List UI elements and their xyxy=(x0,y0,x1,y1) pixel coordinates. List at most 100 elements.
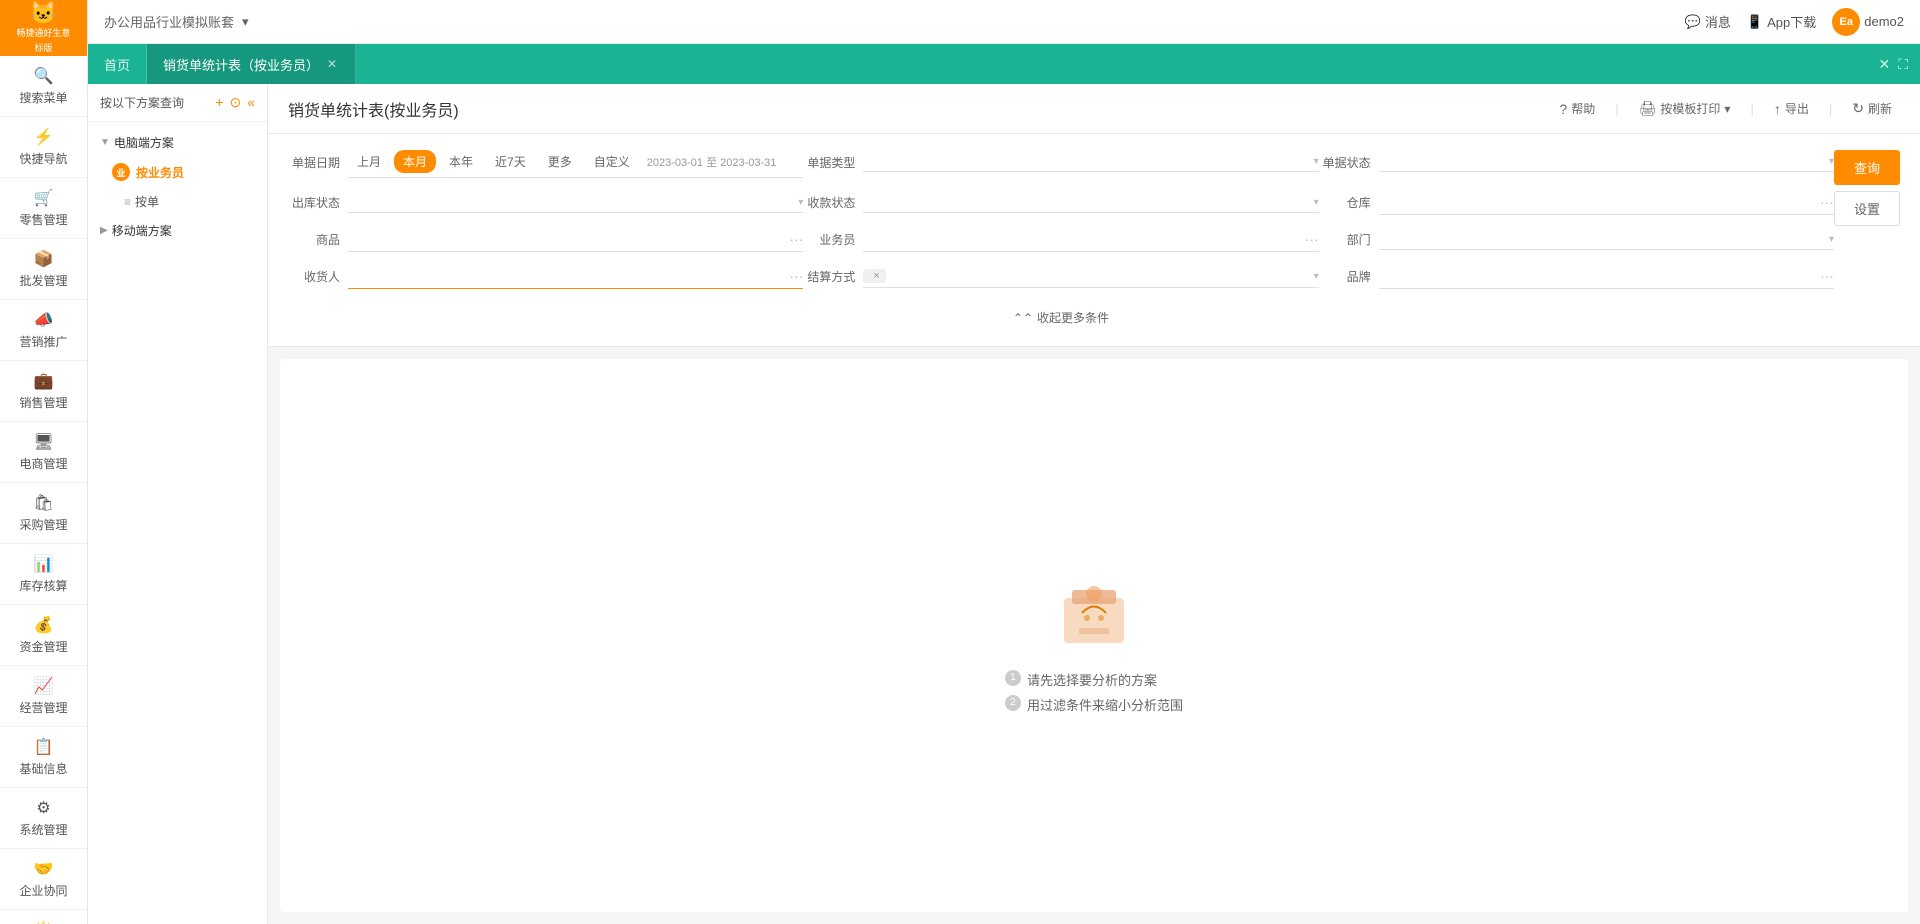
receipt-select[interactable]: ▾ xyxy=(863,197,1318,208)
tab-sales-stat[interactable]: 销货单统计表（按业务员） ✕ xyxy=(147,44,356,84)
tree-sub-child-by-order-label: 按单 xyxy=(135,193,159,210)
sidebar-item-ecommerce[interactable]: 🖥电商管理 xyxy=(0,422,87,483)
settlement-tag-close[interactable]: × xyxy=(873,270,879,282)
filter-brand: 品牌 ··· xyxy=(1319,264,1834,289)
sidebar-item-inventory[interactable]: 📊库存核算 xyxy=(0,544,87,605)
settlement-select[interactable]: × ▾ xyxy=(863,269,1318,283)
divider1: | xyxy=(1615,101,1618,116)
tab-close-all-icon[interactable]: ✕ xyxy=(1878,56,1890,73)
content-body: 1 请先选择要分析的方案 2 用过滤条件来缩小分析范围 xyxy=(280,359,1908,912)
outstock-select[interactable]: ▾ xyxy=(348,197,803,208)
empty-illustration xyxy=(1044,558,1144,658)
doc-status-control[interactable]: ▾ xyxy=(1379,152,1834,172)
settlement-control[interactable]: × ▾ xyxy=(863,265,1318,288)
dept-control[interactable]: ▾ xyxy=(1379,230,1834,250)
salesperson-control[interactable]: ··· xyxy=(863,227,1318,252)
sidebar: 🐱 畅捷通好生意 标版 🔍搜索菜单⚡快捷导航🛒零售管理📦批发管理📣营销推广💼销售… xyxy=(0,0,88,924)
page-header: 销货单统计表(按业务员) ? 帮助 | 🖨 按模板打印 ▾ | ↑ xyxy=(268,84,1920,134)
sidebar-item-enterprise[interactable]: 🤝企业协同 xyxy=(0,849,87,910)
tree-parent-desktop[interactable]: ▼ 电脑端方案 xyxy=(88,128,267,157)
brand-dots[interactable]: ··· xyxy=(1820,268,1834,284)
sidebar-item-search[interactable]: 🔍搜索菜单 xyxy=(0,56,87,117)
filter-dept: 部门 ▾ xyxy=(1319,230,1834,250)
sidebar-item-sales[interactable]: 💼销售管理 xyxy=(0,361,87,422)
sidebar-item-quick-nav[interactable]: ⚡快捷导航 xyxy=(0,117,87,178)
print-btn[interactable]: 🖨 按模板打印 ▾ xyxy=(1631,96,1739,121)
refresh-btn[interactable]: ↻ 刷新 xyxy=(1844,96,1900,121)
tab-close-btn[interactable]: ✕ xyxy=(325,55,339,73)
consignee-dots[interactable]: ··· xyxy=(789,268,803,284)
doc-type-select[interactable]: ▾ xyxy=(863,156,1318,167)
sidebar-item-finance[interactable]: 💰资金管理 xyxy=(0,605,87,666)
export-btn[interactable]: ↑ 导出 xyxy=(1766,96,1817,121)
date-btn-last-7days[interactable]: 近7天 xyxy=(486,150,535,173)
warehouse-dots[interactable]: ··· xyxy=(1820,194,1834,210)
sidebar-item-retail[interactable]: 🛒零售管理 xyxy=(0,178,87,239)
date-label: 单据日期 xyxy=(288,154,340,171)
export-label: 导出 xyxy=(1785,100,1809,117)
goods-control[interactable]: ··· xyxy=(348,227,803,252)
date-btn-custom[interactable]: 自定义 xyxy=(585,150,639,173)
filter-row-2: 出库状态 ▾ 收款状态 xyxy=(288,190,1834,215)
settings-scheme-btn[interactable]: ⊙ xyxy=(229,94,241,111)
date-btn-this-month[interactable]: 本月 xyxy=(394,150,436,173)
message-btn[interactable]: 💬 消息 xyxy=(1685,12,1731,31)
sidebar-label-search: 搜索菜单 xyxy=(19,89,67,106)
basic-icon: 📋 xyxy=(34,737,54,757)
receipt-control[interactable]: ▾ xyxy=(863,193,1318,213)
query-btn[interactable]: 查询 xyxy=(1834,150,1900,185)
doc-status-select[interactable]: ▾ xyxy=(1379,156,1834,167)
doc-type-control[interactable]: ▾ xyxy=(863,152,1318,172)
user-profile[interactable]: Ea demo2 xyxy=(1832,8,1904,36)
date-btn-more[interactable]: 更多 xyxy=(539,150,581,173)
tree-sub-child-by-order[interactable]: ≡ 按单 xyxy=(88,187,267,216)
settings-btn[interactable]: 设置 xyxy=(1834,191,1900,226)
outstock-control[interactable]: ▾ xyxy=(348,193,803,213)
tip-text-2: 用过滤条件来缩小分析范围 xyxy=(1027,695,1183,714)
sidebar-item-operation[interactable]: 📈经营管理 xyxy=(0,666,87,727)
date-btn-this-year[interactable]: 本年 xyxy=(440,150,482,173)
warehouse-control[interactable]: ··· xyxy=(1379,190,1834,215)
goods-dots[interactable]: ··· xyxy=(789,231,803,247)
topbar-dropdown-arrow[interactable]: ▾ xyxy=(242,14,249,30)
child-icon-salesperson: 业 xyxy=(112,163,130,181)
sidebar-item-system[interactable]: ⚙系统管理 xyxy=(0,788,87,849)
dept-select[interactable]: ▾ xyxy=(1379,234,1834,245)
quick-nav-icon: ⚡ xyxy=(34,127,54,147)
salesperson-dots[interactable]: ··· xyxy=(1305,231,1319,247)
tab-home[interactable]: 首页 xyxy=(88,44,147,84)
date-btns: 上月 本月 本年 近7天 更多 自定义 xyxy=(348,150,639,173)
filter-warehouse: 仓库 ··· xyxy=(1319,190,1834,215)
brand-label: 品牌 xyxy=(1319,268,1371,285)
goods-label: 商品 xyxy=(288,231,340,248)
tree-parent-mobile[interactable]: ▶ 移动端方案 xyxy=(88,216,267,245)
left-panel-title: 按以下方案查询 xyxy=(100,94,184,111)
sidebar-item-marketing[interactable]: 📣营销推广 xyxy=(0,300,87,361)
brand-control[interactable]: ··· xyxy=(1379,264,1834,289)
sidebar-item-wholesale[interactable]: 📦批发管理 xyxy=(0,239,87,300)
filter-row-1: 单据日期 上月 本月 本年 近7天 更多 自定义 xyxy=(288,146,1834,178)
collapse-row: ⌃⌃ 收起更多条件 xyxy=(288,301,1834,334)
tree-arrow-desktop: ▼ xyxy=(100,137,110,148)
collapse-panel-btn[interactable]: « xyxy=(247,94,255,111)
export-icon: ↑ xyxy=(1774,101,1781,117)
filter-settlement: 结算方式 × ▾ xyxy=(803,265,1318,288)
outstock-label: 出库状态 xyxy=(288,194,340,211)
app-download-btn[interactable]: 📱 App下载 xyxy=(1747,12,1816,31)
tree-child-by-salesperson[interactable]: 业 按业务员 xyxy=(88,157,267,187)
tab-expand-icon[interactable]: ⛶ xyxy=(1898,56,1908,73)
print-dropdown-arrow[interactable]: ▾ xyxy=(1724,102,1730,116)
tree-parent-mobile-label: 移动端方案 xyxy=(112,222,172,239)
app-download-icon: 📱 xyxy=(1747,14,1763,30)
sidebar-item-basic[interactable]: 📋基础信息 xyxy=(0,727,87,788)
collapse-btn[interactable]: ⌃⌃ 收起更多条件 xyxy=(1005,301,1117,334)
consignee-control[interactable]: ··· xyxy=(348,264,803,289)
sidebar-item-purchase[interactable]: 🛍采购管理 xyxy=(0,483,87,544)
sidebar-item-newbie[interactable]: 🌟新手引导 xyxy=(0,910,87,924)
left-panel-header: 按以下方案查询 + ⊙ « xyxy=(88,84,267,122)
date-btn-last-month[interactable]: 上月 xyxy=(348,150,390,173)
add-scheme-btn[interactable]: + xyxy=(215,94,223,111)
tab-home-label: 首页 xyxy=(104,55,130,74)
tree-section: ▼ 电脑端方案 业 按业务员 ≡ 按单 ▶ 移动端方案 xyxy=(88,122,267,251)
help-btn[interactable]: ? 帮助 xyxy=(1551,96,1603,121)
